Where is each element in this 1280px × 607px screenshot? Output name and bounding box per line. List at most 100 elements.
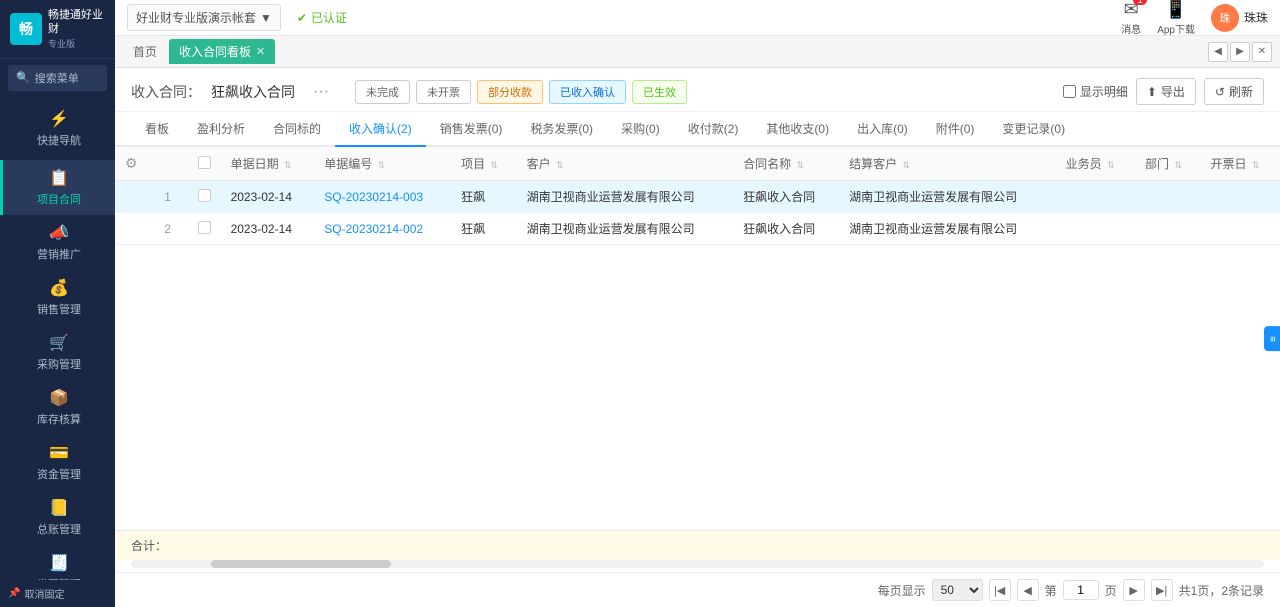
status-uninvoiced-button[interactable]: 未开票 (416, 80, 471, 104)
company-name: 好业财专业版演示帐套 (136, 9, 256, 26)
page-number-input[interactable] (1063, 580, 1099, 600)
close-tab-button[interactable]: ✕ (256, 45, 265, 58)
app-download-button[interactable]: 📱 App下载 (1157, 0, 1195, 36)
show-detail-input[interactable] (1063, 85, 1076, 98)
tab-profit[interactable]: 盈利分析 (183, 112, 259, 147)
col-invoice-date-label: 开票日 (1211, 157, 1247, 171)
contract-board-tab[interactable]: 收入合同看板 ✕ (169, 39, 275, 64)
company-selector[interactable]: 好业财专业版演示帐套 ▼ (127, 4, 281, 31)
sidebar-item-purchase[interactable]: 🛒 采购管理 (0, 325, 115, 380)
row1-checkbox[interactable] (188, 181, 221, 213)
col-salesperson-header[interactable]: 业务员 ⇅ (1056, 147, 1135, 181)
tab-attachments[interactable]: 附件(0) (922, 112, 989, 147)
sidebar-item-project-contract[interactable]: 📋 项目合同 (0, 160, 115, 215)
table-row[interactable]: 2 2023-02-14 SQ-20230214-002 狂飙 湖南卫视商业运营… (115, 213, 1280, 245)
col-number-header[interactable]: 单据编号 ⇅ (314, 147, 451, 181)
tab-next-button[interactable]: ▶ (1230, 42, 1250, 62)
tab-close-button[interactable]: ✕ (1252, 42, 1272, 62)
table-row[interactable]: 1 2023-02-14 SQ-20230214-003 狂飙 湖南卫视商业运营… (115, 181, 1280, 213)
tab-revenue-confirm[interactable]: 收入确认(2) (335, 112, 426, 147)
next-page-button[interactable]: ▶ (1123, 579, 1145, 601)
message-button[interactable]: ✉ 1 消息 (1121, 0, 1141, 36)
scroll-thumb[interactable] (211, 560, 391, 568)
per-page-label: 每页显示 (878, 582, 926, 599)
col-project-header[interactable]: 项目 ⇅ (451, 147, 517, 181)
row1-salesperson (1056, 181, 1135, 213)
topbar-right: ✉ 1 消息 📱 App下载 珠 珠珠 (1121, 0, 1268, 36)
settings-gear-icon[interactable]: ⚙ (125, 155, 138, 171)
status-confirmed-button[interactable]: 已收入确认 (549, 80, 626, 104)
sidebar-search-area: 🔍 搜索菜单 (0, 59, 115, 97)
search-menu-label: 搜索菜单 (35, 70, 79, 86)
refresh-icon: ↺ (1215, 85, 1225, 99)
last-page-button[interactable]: ▶| (1151, 579, 1173, 601)
tab-tax-invoice[interactable]: 税务发票(0) (516, 112, 607, 147)
row1-number-link[interactable]: SQ-20230214-003 (324, 190, 423, 204)
sidebar-item-quick-nav[interactable]: ⚡ 快捷导航 (8, 101, 107, 156)
tab-change-log[interactable]: 变更记录(0) (988, 112, 1079, 147)
col-contract-name-header[interactable]: 合同名称 ⇅ (733, 147, 839, 181)
row2-settlement: 湖南卫视商业运营发展有限公司 (839, 213, 1056, 245)
prev-page-button[interactable]: ◀ (1017, 579, 1039, 601)
select-all-checkbox[interactable] (198, 156, 211, 169)
fund-icon: 💳 (49, 443, 69, 463)
row2-checkbox-icon[interactable] (198, 221, 211, 234)
col-customer-header[interactable]: 客户 ⇅ (517, 147, 734, 181)
tab-other-income[interactable]: 其他收支(0) (752, 112, 843, 147)
float-panel-button[interactable]: ≡ (1264, 326, 1280, 352)
sidebar-pin-button[interactable]: 📌 取消固定 (0, 580, 115, 607)
sidebar: 畅 畅捷通好业财 专业版 🔍 搜索菜单 ⚡ 快捷导航 📋 项目合同 📣 营销推广… (0, 0, 115, 607)
first-page-button[interactable]: |◀ (989, 579, 1011, 601)
show-detail-checkbox[interactable]: 显示明细 (1063, 83, 1128, 100)
col-settings-header: ⚙ (115, 147, 148, 181)
status-partial-payment-button[interactable]: 部分收款 (477, 80, 543, 104)
message-badge: 1 (1133, 0, 1147, 5)
refresh-button[interactable]: ↺ 刷新 (1204, 78, 1264, 105)
col-dept-header[interactable]: 部门 ⇅ (1135, 147, 1201, 181)
row2-number[interactable]: SQ-20230214-002 (314, 213, 451, 245)
horizontal-scrollbar[interactable] (131, 560, 1264, 568)
user-avatar-area[interactable]: 珠 珠珠 (1211, 4, 1268, 32)
tab-payment[interactable]: 收付款(2) (674, 112, 753, 147)
general-icon: 📒 (49, 498, 69, 518)
content-area: 收入合同： 狂飙收入合同 ··· 未完成 未开票 部分收款 已收入确认 已生效 … (115, 68, 1280, 607)
tab-prev-button[interactable]: ◀ (1208, 42, 1228, 62)
col-settlement-header[interactable]: 结算客户 ⇅ (839, 147, 1056, 181)
sidebar-item-sales[interactable]: 💰 销售管理 (0, 270, 115, 325)
col-invoice-date-header[interactable]: 开票日 ⇅ (1201, 147, 1280, 181)
quick-nav-label: 快捷导航 (37, 132, 81, 148)
sidebar-item-fund[interactable]: 💳 资金管理 (0, 435, 115, 490)
topbar: 好业财专业版演示帐套 ▼ ✔ 已认证 ✉ 1 消息 📱 App下载 珠 珠珠 (115, 0, 1280, 36)
row1-checkbox-icon[interactable] (198, 189, 211, 202)
table-container: ⚙ 单据日期 ⇅ 单据编号 ⇅ (115, 147, 1280, 530)
search-menu-button[interactable]: 🔍 搜索菜单 (8, 65, 107, 91)
avatar: 珠 (1211, 4, 1239, 32)
col-date-sort-icon: ⇅ (284, 160, 292, 170)
sidebar-nav-list: 📋 项目合同 📣 营销推广 💰 销售管理 🛒 采购管理 📦 库存核算 💳 资金管… (0, 160, 115, 580)
export-button[interactable]: ⬆ 导出 (1136, 78, 1196, 105)
tab-purchase[interactable]: 采购(0) (607, 112, 674, 147)
tab-kanban[interactable]: 看板 (131, 112, 183, 147)
col-date-header[interactable]: 单据日期 ⇅ (221, 147, 315, 181)
home-tab[interactable]: 首页 (123, 39, 167, 64)
status-active-button[interactable]: 已生效 (632, 80, 687, 104)
export-label: 导出 (1161, 83, 1185, 100)
per-page-select[interactable]: 20 50 100 (932, 579, 983, 601)
sidebar-item-invoice[interactable]: 🧾 发票管理 (0, 545, 115, 580)
row2-checkbox[interactable] (188, 213, 221, 245)
more-options-button[interactable]: ··· (305, 79, 337, 105)
sidebar-item-inventory[interactable]: 📦 库存核算 (0, 380, 115, 435)
row1-customer: 湖南卫视商业运营发展有限公司 (517, 181, 734, 213)
row2-number-link[interactable]: SQ-20230214-002 (324, 222, 423, 236)
col-number-sort-icon: ⇅ (378, 160, 386, 170)
sidebar-item-marketing[interactable]: 📣 营销推广 (0, 215, 115, 270)
status-incomplete-button[interactable]: 未完成 (355, 80, 410, 104)
col-checkbox-header (188, 147, 221, 181)
row1-number[interactable]: SQ-20230214-003 (314, 181, 451, 213)
tab-contract-subject[interactable]: 合同标的 (259, 112, 335, 147)
tab-warehouse[interactable]: 出入库(0) (843, 112, 922, 147)
col-salesperson-sort-icon: ⇅ (1107, 160, 1115, 170)
tab-sales-invoice[interactable]: 销售发票(0) (426, 112, 517, 147)
row1-date: 2023-02-14 (221, 181, 315, 213)
sidebar-item-general[interactable]: 📒 总账管理 (0, 490, 115, 545)
